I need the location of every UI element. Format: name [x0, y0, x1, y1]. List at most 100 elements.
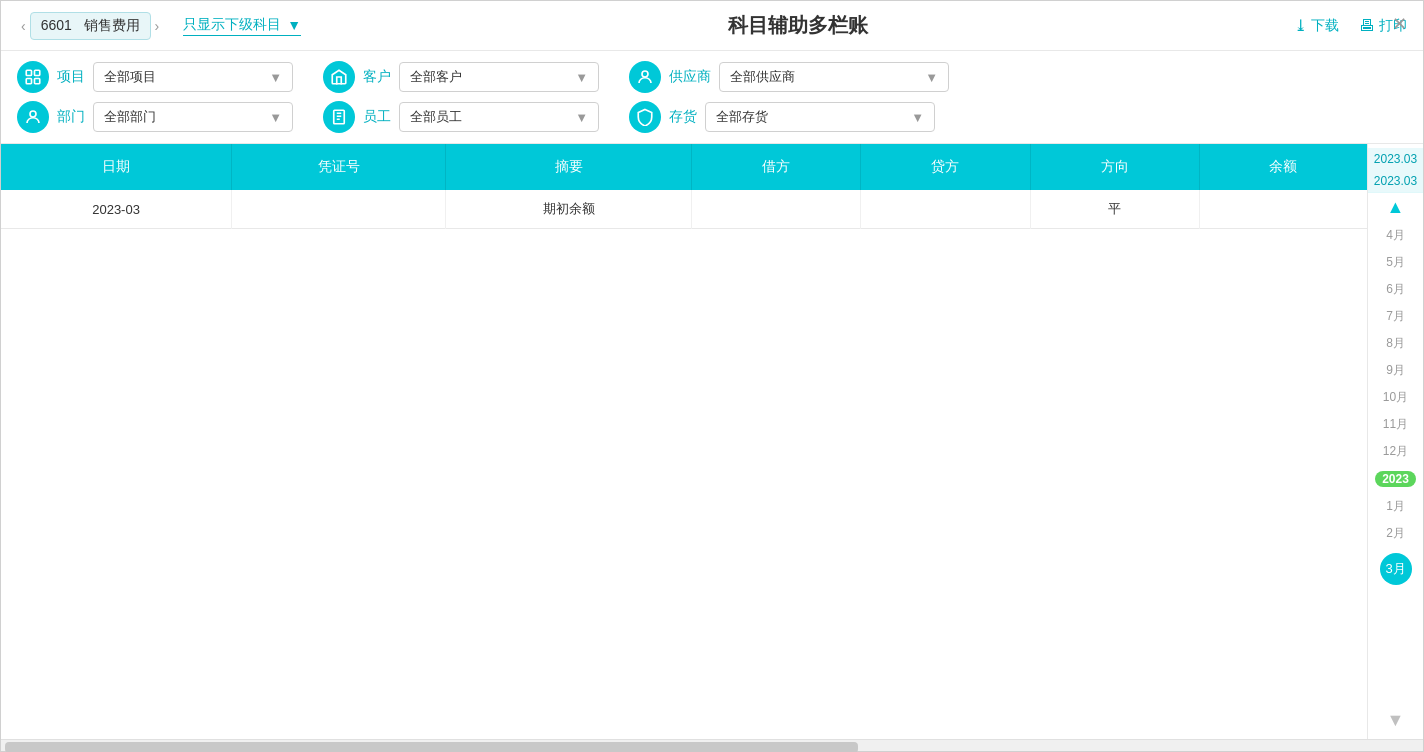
inventory-filter: 存货 全部存货 ▼ — [629, 101, 935, 133]
customer-arrow-icon: ▼ — [575, 70, 588, 85]
col-direction: 方向 — [1030, 144, 1199, 190]
inventory-icon — [629, 101, 661, 133]
department-arrow-icon: ▼ — [269, 110, 282, 125]
employee-filter: 员工 全部员工 ▼ — [323, 101, 599, 133]
sidebar-month-item[interactable]: 7月 — [1368, 303, 1423, 330]
top-actions: ⤓ 下载 🖶 打印 — [1294, 16, 1407, 35]
project-label: 项目 — [57, 68, 85, 86]
project-icon — [17, 61, 49, 93]
cell-direction: 平 — [1030, 190, 1199, 229]
table-row: 2023-03 期初余额 平 — [1, 190, 1367, 229]
close-btn[interactable]: ✕ — [1392, 13, 1407, 35]
svg-rect-1 — [35, 70, 40, 75]
bottom-scrollbar[interactable] — [1, 739, 1423, 751]
department-select[interactable]: 全部部门 ▼ — [93, 102, 293, 132]
project-select[interactable]: 全部项目 ▼ — [93, 62, 293, 92]
sidebar-year-badge[interactable]: 2023 — [1368, 465, 1423, 493]
account-label: 6601 销售费用 — [30, 12, 151, 40]
employee-icon — [323, 101, 355, 133]
svg-point-5 — [30, 111, 36, 117]
show-sub-arrow-icon: ▼ — [287, 17, 301, 33]
department-label: 部门 — [57, 108, 85, 126]
prev-account-btn[interactable]: ‹ — [17, 16, 30, 36]
svg-rect-2 — [26, 79, 31, 84]
supplier-value: 全部供应商 — [730, 68, 795, 86]
show-sub-label: 只显示下级科目 — [183, 16, 281, 34]
download-label: 下载 — [1311, 17, 1339, 35]
sidebar-scroll-down-btn[interactable]: ▼ — [1368, 706, 1423, 735]
account-name: 销售费用 — [84, 17, 140, 33]
sidebar-month-item[interactable]: 9月 — [1368, 357, 1423, 384]
sidebar-month-item[interactable]: 2月 — [1368, 520, 1423, 547]
supplier-select[interactable]: 全部供应商 ▼ — [719, 62, 949, 92]
filter-row-2: 部门 全部部门 ▼ 员工 全部员工 ▼ — [17, 101, 1407, 133]
project-value: 全部项目 — [104, 68, 156, 86]
svg-rect-3 — [35, 79, 40, 84]
sidebar-selected-1[interactable]: 2023.03 — [1368, 148, 1423, 170]
table-container: 日期 凭证号 摘要 借方 贷方 方向 余额 2023-03 期初余额 平 — [1, 144, 1367, 739]
project-arrow-icon: ▼ — [269, 70, 282, 85]
sidebar-month-item[interactable]: 1月 — [1368, 493, 1423, 520]
sidebar-selected-2[interactable]: 2023.03 — [1368, 170, 1423, 193]
next-account-btn[interactable]: › — [151, 16, 164, 36]
sidebar-scroll-up-btn[interactable]: ▲ — [1368, 193, 1423, 222]
cell-debit — [692, 190, 861, 229]
employee-select[interactable]: 全部员工 ▼ — [399, 102, 599, 132]
year-tag: 2023 — [1375, 471, 1416, 487]
col-date: 日期 — [1, 144, 232, 190]
sidebar-month-item[interactable]: 8月 — [1368, 330, 1423, 357]
inventory-select[interactable]: 全部存货 ▼ — [705, 102, 935, 132]
inventory-label: 存货 — [669, 108, 697, 126]
col-balance: 余额 — [1199, 144, 1367, 190]
page-title: 科目辅助多栏账 — [301, 12, 1294, 39]
filter-area: 项目 全部项目 ▼ 客户 全部客户 ▼ — [1, 51, 1423, 144]
sidebar-month-item[interactable]: 4月 — [1368, 222, 1423, 249]
sidebar-active-month[interactable]: 3月 — [1368, 547, 1423, 591]
cell-summary: 期初余额 — [446, 190, 692, 229]
project-filter: 项目 全部项目 ▼ — [17, 61, 293, 93]
main-window: ‹ 6601 销售费用 › 只显示下级科目 ▼ 科目辅助多栏账 ⤓ 下载 🖶 打… — [0, 0, 1424, 752]
cell-voucher — [232, 190, 446, 229]
inventory-arrow-icon: ▼ — [911, 110, 924, 125]
customer-filter: 客户 全部客户 ▼ — [323, 61, 599, 93]
cell-credit — [861, 190, 1030, 229]
sidebar-month-item[interactable]: 10月 — [1368, 384, 1423, 411]
employee-arrow-icon: ▼ — [575, 110, 588, 125]
svg-rect-0 — [26, 70, 31, 75]
sidebar-month-item[interactable]: 5月 — [1368, 249, 1423, 276]
cell-balance — [1199, 190, 1367, 229]
col-debit: 借方 — [692, 144, 861, 190]
customer-label: 客户 — [363, 68, 391, 86]
filter-row-1: 项目 全部项目 ▼ 客户 全部客户 ▼ — [17, 61, 1407, 93]
data-table: 日期 凭证号 摘要 借方 贷方 方向 余额 2023-03 期初余额 平 — [1, 144, 1367, 229]
cell-date: 2023-03 — [1, 190, 232, 229]
department-value: 全部部门 — [104, 108, 156, 126]
customer-select[interactable]: 全部客户 ▼ — [399, 62, 599, 92]
sidebar-month-item[interactable]: 12月 — [1368, 438, 1423, 465]
right-sidebar: 2023.03 2023.03 ▲ 4月5月6月7月8月9月10月11月12月 2… — [1367, 144, 1423, 739]
employee-label: 员工 — [363, 108, 391, 126]
supplier-label: 供应商 — [669, 68, 711, 86]
customer-icon — [323, 61, 355, 93]
col-voucher: 凭证号 — [232, 144, 446, 190]
account-code: 6601 — [41, 17, 72, 33]
active-month-circle: 3月 — [1380, 553, 1412, 585]
col-summary: 摘要 — [446, 144, 692, 190]
sidebar-month-item[interactable]: 6月 — [1368, 276, 1423, 303]
department-filter: 部门 全部部门 ▼ — [17, 101, 293, 133]
timeline-items: 4月5月6月7月8月9月10月11月12月 2023 1月2月 3月 — [1368, 222, 1423, 706]
show-sub-toggle[interactable]: 只显示下级科目 ▼ — [183, 16, 301, 36]
col-credit: 贷方 — [861, 144, 1030, 190]
supplier-arrow-icon: ▼ — [925, 70, 938, 85]
customer-value: 全部客户 — [410, 68, 462, 86]
employee-value: 全部员工 — [410, 108, 462, 126]
svg-point-4 — [642, 71, 648, 77]
print-icon: 🖶 — [1359, 17, 1375, 35]
department-icon — [17, 101, 49, 133]
supplier-filter: 供应商 全部供应商 ▼ — [629, 61, 949, 93]
download-btn[interactable]: ⤓ 下载 — [1294, 16, 1339, 35]
download-icon: ⤓ — [1294, 16, 1307, 35]
inventory-value: 全部存货 — [716, 108, 768, 126]
supplier-icon — [629, 61, 661, 93]
sidebar-month-item[interactable]: 11月 — [1368, 411, 1423, 438]
